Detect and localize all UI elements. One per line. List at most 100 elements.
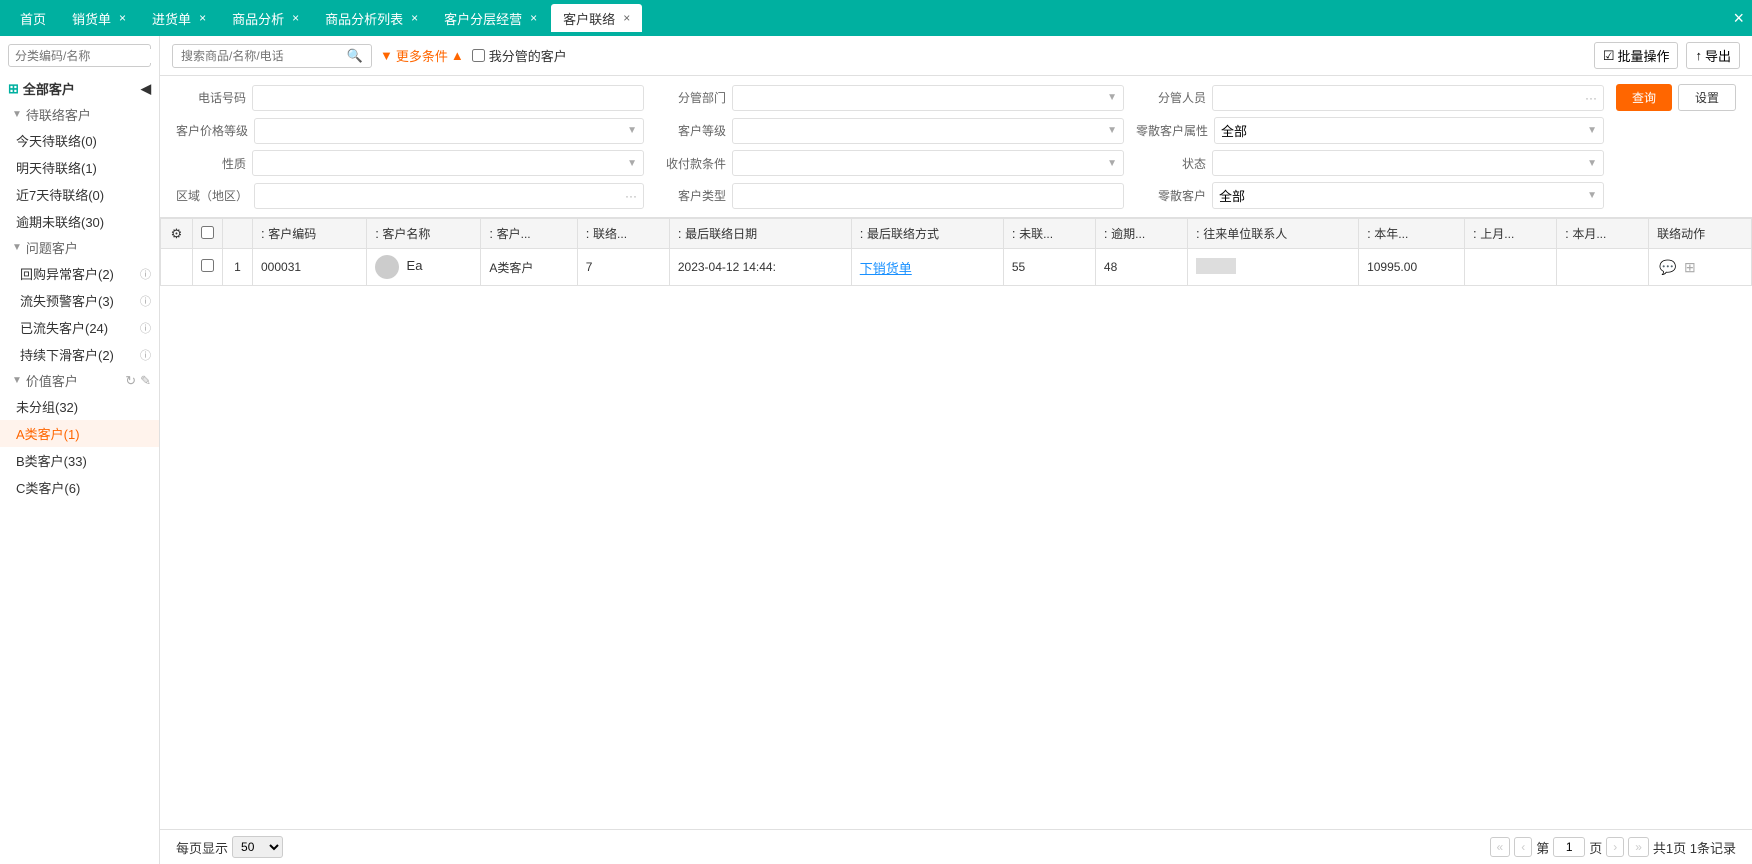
col-last-contact-method[interactable]: : 最后联络方式 bbox=[851, 219, 1003, 249]
tab-goods-analysis[interactable]: 商品分析 × bbox=[220, 4, 311, 32]
collapse-icon[interactable]: ◀ bbox=[141, 81, 151, 97]
query-button[interactable]: 查询 bbox=[1616, 84, 1672, 111]
close-window-button[interactable]: × bbox=[1733, 8, 1744, 29]
status-select[interactable]: ▼ bbox=[1212, 150, 1604, 176]
group-value-customer[interactable]: ▼ 价值客户 ↻ ✎ bbox=[0, 368, 159, 393]
sidebar-item-tomorrow[interactable]: 明天待联络(1) bbox=[0, 154, 159, 181]
col-no-contact[interactable]: : 未联... bbox=[1003, 219, 1095, 249]
col-no-contact-sort: : bbox=[1012, 226, 1019, 241]
sidebar-item-today[interactable]: 今天待联络(0) bbox=[0, 127, 159, 154]
person-select[interactable]: ··· bbox=[1212, 85, 1604, 111]
my-customer-checkbox[interactable]: 我分管的客户 bbox=[472, 46, 567, 65]
per-page-control: 每页显示 50 100 200 bbox=[176, 836, 283, 858]
triangle-icon3: ▼ bbox=[12, 375, 22, 386]
sidebar-item-overdue[interactable]: 逾期未联络(30) bbox=[0, 208, 159, 235]
group-problem-customer[interactable]: ▼ 问题客户 bbox=[0, 235, 159, 260]
sidebar-item-today-label: 今天待联络(0) bbox=[16, 131, 97, 150]
nature-select[interactable]: ▼ bbox=[252, 150, 644, 176]
sidebar-item-unclassified[interactable]: 未分组(32) bbox=[0, 393, 159, 420]
per-page-select[interactable]: 50 100 200 bbox=[232, 836, 283, 858]
tab-sales-close[interactable]: × bbox=[119, 11, 126, 25]
tab-goods-list-close[interactable]: × bbox=[411, 11, 418, 25]
tab-goods-analysis-label: 商品分析 bbox=[232, 9, 284, 28]
all-customers-label: 全部客户 bbox=[23, 79, 75, 98]
region-select[interactable]: ··· bbox=[254, 183, 644, 209]
row-checkbox[interactable] bbox=[201, 259, 214, 272]
qr-icon-button[interactable]: ⊞ bbox=[1684, 259, 1696, 275]
customer-level-arrow: ▼ bbox=[1107, 125, 1117, 136]
filter-bar: 🔍 ▼ 更多条件 ▲ 我分管的客户 ☑ 批量操作 ↑ 导出 bbox=[160, 36, 1752, 76]
col-contact-count[interactable]: : 联络... bbox=[577, 219, 669, 249]
row-last-method-cell[interactable]: 下销货单 bbox=[851, 249, 1003, 286]
select-all-checkbox[interactable] bbox=[201, 226, 214, 239]
prev-page-button[interactable]: ‹ bbox=[1514, 837, 1532, 857]
group-pending-contact[interactable]: ▼ 待联络客户 bbox=[0, 102, 159, 127]
tab-customer-contact[interactable]: 客户联络 × bbox=[551, 4, 642, 32]
settings-col-header[interactable]: ⚙ bbox=[161, 219, 193, 249]
col-customer-code[interactable]: : 客户编码 bbox=[253, 219, 367, 249]
sidebar-item-declining[interactable]: 持续下滑客户(2) ⓘ bbox=[0, 341, 159, 368]
payment-select[interactable]: ▼ bbox=[732, 150, 1124, 176]
phone-input[interactable] bbox=[252, 85, 644, 111]
col-this-month[interactable]: : 本月... bbox=[1557, 219, 1649, 249]
sidebar-item-churned[interactable]: 已流失客户(24) ⓘ bbox=[0, 314, 159, 341]
tab-goods-list[interactable]: 商品分析列表 × bbox=[313, 4, 430, 32]
gear-icon[interactable]: ⚙ bbox=[171, 226, 183, 241]
retail-attr-select[interactable]: 全部 ▼ bbox=[1214, 117, 1604, 144]
col-overdue[interactable]: : 逾期... bbox=[1095, 219, 1187, 249]
tab-customer-layer[interactable]: 客户分层经营 × bbox=[432, 4, 549, 32]
export-button[interactable]: ↑ 导出 bbox=[1686, 42, 1740, 69]
sidebar-search-box[interactable]: 🔍 bbox=[8, 44, 151, 67]
last-page-button[interactable]: » bbox=[1628, 837, 1649, 857]
tab-goods-analysis-close[interactable]: × bbox=[292, 11, 299, 25]
row-company-contact-cell bbox=[1187, 249, 1358, 286]
next-page-button[interactable]: › bbox=[1606, 837, 1624, 857]
filter-search-input[interactable] bbox=[181, 49, 343, 63]
edit-icon[interactable]: ✎ bbox=[140, 373, 151, 389]
top-navigation: 首页 销货单 × 进货单 × 商品分析 × 商品分析列表 × 客户分层经营 × … bbox=[0, 0, 1752, 36]
filter-row-1: 电话号码 分管部门 ▼ 分管人员 ··· bbox=[176, 84, 1736, 111]
sidebar-item-b-class[interactable]: B类客户(33) bbox=[0, 447, 159, 474]
row-last-month-cell bbox=[1465, 249, 1557, 286]
customer-type-input[interactable] bbox=[732, 183, 1124, 209]
dept-select[interactable]: ▼ bbox=[732, 85, 1124, 111]
page-number-input[interactable] bbox=[1553, 837, 1585, 857]
retail-select[interactable]: 全部 ▼ bbox=[1212, 182, 1604, 209]
batch-operation-button[interactable]: ☑ 批量操作 bbox=[1594, 42, 1679, 69]
sidebar-item-c-class-label: C类客户(6) bbox=[16, 478, 80, 497]
tab-customer-contact-close[interactable]: × bbox=[623, 11, 630, 25]
first-page-button[interactable]: « bbox=[1490, 837, 1511, 857]
sidebar-item-repurchase-abnormal[interactable]: 回购异常客户(2) ⓘ bbox=[0, 260, 159, 287]
last-method-link[interactable]: 下销货单 bbox=[860, 261, 912, 276]
chat-icon-button[interactable]: 💬 bbox=[1659, 259, 1676, 275]
filter-more-button[interactable]: ▼ 更多条件 ▲ bbox=[380, 46, 464, 65]
sidebar-item-a-class[interactable]: A类客户(1) bbox=[0, 420, 159, 447]
price-level-select[interactable]: ▼ bbox=[254, 118, 644, 144]
col-customer-level[interactable]: : 客户... bbox=[481, 219, 577, 249]
col-last-month[interactable]: : 上月... bbox=[1465, 219, 1557, 249]
col-this-year[interactable]: : 本年... bbox=[1359, 219, 1465, 249]
all-customers-header[interactable]: ⊞ 全部客户 ◀ bbox=[0, 75, 159, 102]
row-checkbox-cell[interactable] bbox=[193, 249, 223, 286]
col-company-contact[interactable]: : 往来单位联系人 bbox=[1187, 219, 1358, 249]
tab-home[interactable]: 首页 bbox=[8, 4, 58, 32]
refresh-icon[interactable]: ↻ bbox=[125, 373, 136, 389]
col-last-contact-date[interactable]: : 最后联络日期 bbox=[669, 219, 851, 249]
sidebar-item-7days[interactable]: 近7天待联络(0) bbox=[0, 181, 159, 208]
my-customer-label: 我分管的客户 bbox=[489, 46, 567, 65]
tab-purchase-close[interactable]: × bbox=[199, 11, 206, 25]
sidebar-item-churn-warning[interactable]: 流失预警客户(3) ⓘ bbox=[0, 287, 159, 314]
sidebar-item-c-class[interactable]: C类客户(6) bbox=[0, 474, 159, 501]
filter-search-box[interactable]: 🔍 bbox=[172, 44, 372, 68]
sidebar-search-input[interactable] bbox=[15, 49, 160, 63]
tab-customer-layer-close[interactable]: × bbox=[530, 11, 537, 25]
col-customer-name[interactable]: : 客户名称 bbox=[367, 219, 481, 249]
tab-purchase[interactable]: 进货单 × bbox=[140, 4, 218, 32]
my-customer-check-input[interactable] bbox=[472, 49, 485, 62]
price-level-label: 客户价格等级 bbox=[176, 122, 248, 139]
settings-button[interactable]: 设置 bbox=[1678, 84, 1736, 111]
tab-sales[interactable]: 销货单 × bbox=[60, 4, 138, 32]
checkbox-col-header[interactable] bbox=[193, 219, 223, 249]
triangle-icon2: ▼ bbox=[12, 242, 22, 253]
customer-level-select[interactable]: ▼ bbox=[732, 118, 1124, 144]
